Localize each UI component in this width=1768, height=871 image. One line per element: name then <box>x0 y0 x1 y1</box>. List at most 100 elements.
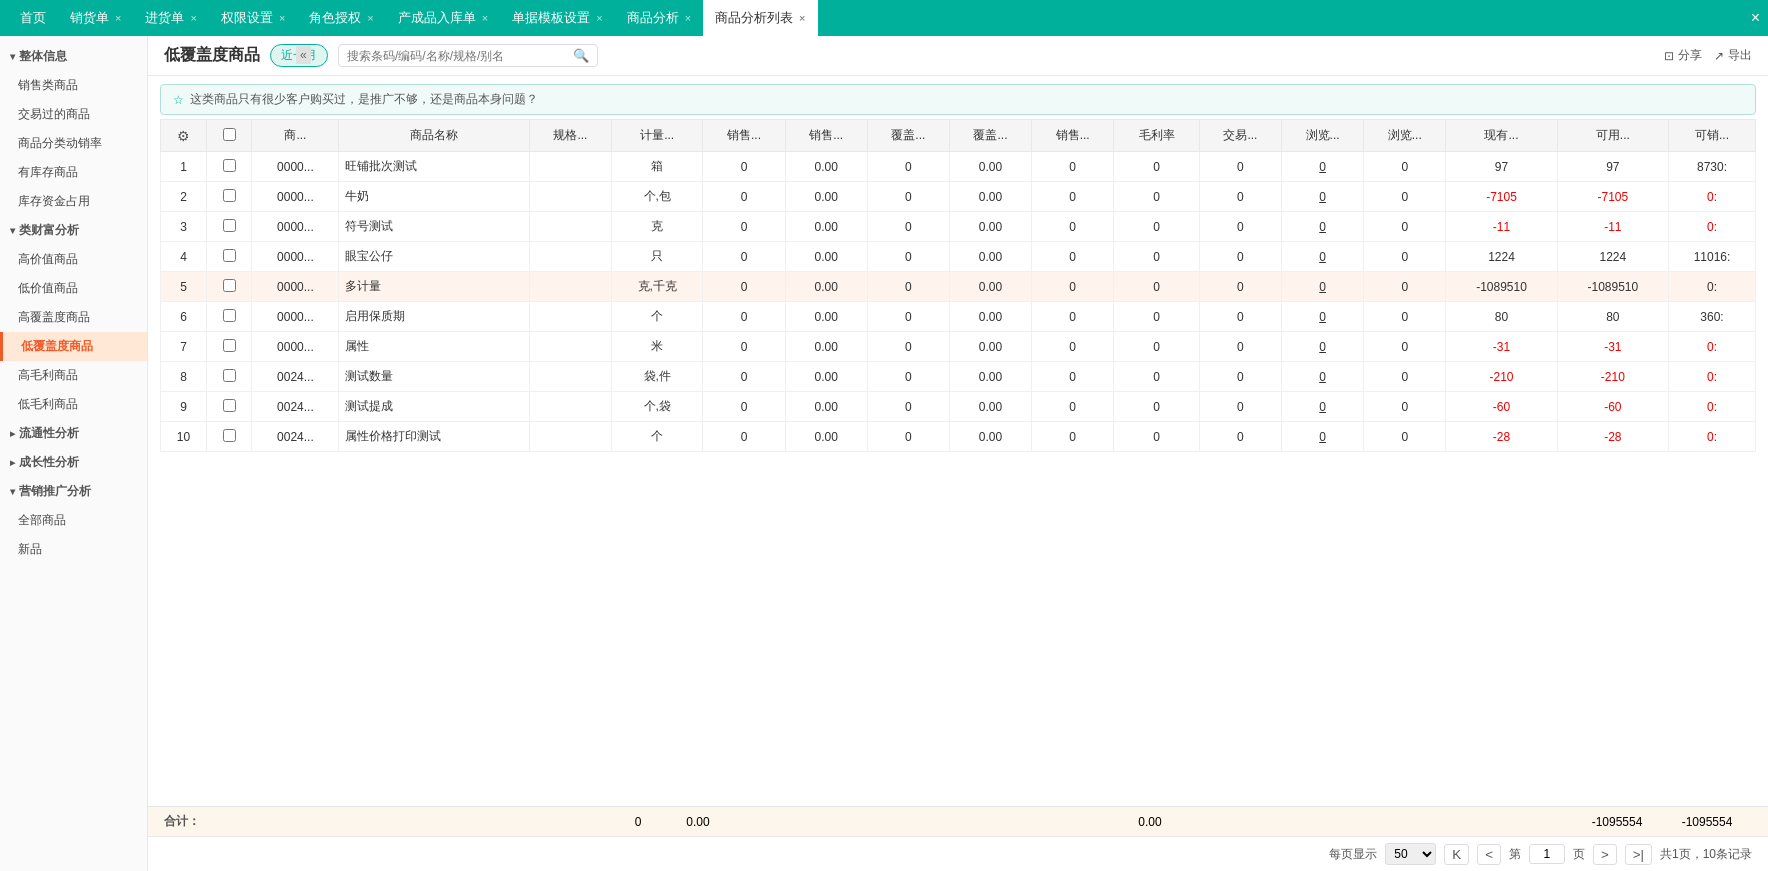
row-select-checkbox[interactable] <box>223 249 236 262</box>
row-browse1[interactable]: 0 <box>1282 212 1364 242</box>
row-name[interactable]: 符号测试 <box>339 212 529 242</box>
row-name[interactable]: 测试提成 <box>339 392 529 422</box>
row-browse1[interactable]: 0 <box>1282 332 1364 362</box>
sidebar-item-all-goods[interactable]: 全部商品 <box>0 506 147 535</box>
row-name[interactable]: 启用保质期 <box>339 302 529 332</box>
row-select-checkbox[interactable] <box>223 339 236 352</box>
row-select-checkbox[interactable] <box>223 279 236 292</box>
th-sales-amt[interactable]: 销售... <box>785 120 867 152</box>
sidebar-group-marketing[interactable]: ▾ 营销推广分析 <box>0 477 147 506</box>
sidebar-item-high-value[interactable]: 高价值商品 <box>0 245 147 274</box>
row-browse1[interactable]: 0 <box>1282 152 1364 182</box>
nav-tab-template[interactable]: 单据模板设置 × <box>500 0 614 36</box>
th-name[interactable]: 商品名称 <box>339 120 529 152</box>
row-select-checkbox[interactable] <box>223 429 236 442</box>
row-select-checkbox[interactable] <box>223 189 236 202</box>
first-page-button[interactable]: K <box>1444 844 1469 865</box>
row-checkbox[interactable] <box>207 362 252 392</box>
row-select-checkbox[interactable] <box>223 309 236 322</box>
row-name[interactable]: 多计量 <box>339 272 529 302</box>
sidebar-item-traded-goods[interactable]: 交易过的商品 <box>0 100 147 129</box>
row-name[interactable]: 旺铺批次测试 <box>339 152 529 182</box>
share-button[interactable]: ⊡ 分享 <box>1664 47 1702 64</box>
nav-tab-analysis[interactable]: 商品分析 × <box>615 0 703 36</box>
sidebar-item-low-margin[interactable]: 低毛利商品 <box>0 390 147 419</box>
table-container[interactable]: ⚙ 商... 商品名称 规格... <box>148 119 1768 806</box>
close-permissions-tab[interactable]: × <box>279 12 285 24</box>
close-role-tab[interactable]: × <box>367 12 373 24</box>
th-sales3[interactable]: 销售... <box>1032 120 1114 152</box>
close-all-tabs[interactable]: × <box>1751 9 1760 27</box>
row-checkbox[interactable] <box>207 182 252 212</box>
row-checkbox[interactable] <box>207 212 252 242</box>
th-current-stock[interactable]: 现有... <box>1446 120 1557 152</box>
close-template-tab[interactable]: × <box>596 12 602 24</box>
row-name[interactable]: 眼宝公仔 <box>339 242 529 272</box>
th-available[interactable]: 可用... <box>1557 120 1668 152</box>
prev-page-button[interactable]: < <box>1477 844 1501 865</box>
row-browse1[interactable]: 0 <box>1282 242 1364 272</box>
sidebar-item-high-margin[interactable]: 高毛利商品 <box>0 361 147 390</box>
row-select-checkbox[interactable] <box>223 159 236 172</box>
checkbox-column-header[interactable] <box>207 120 252 152</box>
nav-tab-permissions[interactable]: 权限设置 × <box>209 0 297 36</box>
sidebar-item-low-value[interactable]: 低价值商品 <box>0 274 147 303</box>
nav-tab-role[interactable]: 角色授权 × <box>297 0 385 36</box>
sidebar-item-in-stock[interactable]: 有库存商品 <box>0 158 147 187</box>
sidebar-group-wealth[interactable]: ▾ 类财富分析 <box>0 216 147 245</box>
row-select-checkbox[interactable] <box>223 219 236 232</box>
th-code[interactable]: 商... <box>252 120 339 152</box>
th-browse2[interactable]: 浏览... <box>1364 120 1446 152</box>
export-button[interactable]: ↗ 导出 <box>1714 47 1752 64</box>
row-browse1[interactable]: 0 <box>1282 362 1364 392</box>
row-browse1[interactable]: 0 <box>1282 302 1364 332</box>
sidebar-collapse-button[interactable]: « <box>296 46 311 64</box>
page-size-select[interactable]: 50 10 20 100 <box>1385 843 1436 865</box>
sidebar-item-sales-goods[interactable]: 销售类商品 <box>0 71 147 100</box>
row-checkbox[interactable] <box>207 152 252 182</box>
row-browse1[interactable]: 0 <box>1282 392 1364 422</box>
row-browse1[interactable]: 0 <box>1282 182 1364 212</box>
sidebar-item-high-coverage[interactable]: 高覆盖度商品 <box>0 303 147 332</box>
th-unit[interactable]: 计量... <box>611 120 702 152</box>
nav-tab-sales[interactable]: 销货单 × <box>58 0 133 36</box>
page-number-input[interactable] <box>1529 844 1565 864</box>
nav-tab-home[interactable]: 首页 <box>8 0 58 36</box>
row-name[interactable]: 测试数量 <box>339 362 529 392</box>
nav-tab-purchase[interactable]: 进货单 × <box>133 0 208 36</box>
nav-tab-analysis-list[interactable]: 商品分析列表 × <box>703 0 817 36</box>
row-name[interactable]: 属性价格打印测试 <box>339 422 529 452</box>
sidebar-group-growth[interactable]: ▸ 成长性分析 <box>0 448 147 477</box>
th-coverage2[interactable]: 覆盖... <box>949 120 1031 152</box>
close-purchase-tab[interactable]: × <box>190 12 196 24</box>
search-input[interactable] <box>347 49 573 63</box>
th-sellable[interactable]: 可销... <box>1669 120 1756 152</box>
row-checkbox[interactable] <box>207 422 252 452</box>
sidebar-item-stock-capital[interactable]: 库存资金占用 <box>0 187 147 216</box>
row-browse1[interactable]: 0 <box>1282 272 1364 302</box>
row-browse1[interactable]: 0 <box>1282 422 1364 452</box>
th-transaction[interactable]: 交易... <box>1199 120 1281 152</box>
th-spec[interactable]: 规格... <box>529 120 611 152</box>
nav-tab-product-storage[interactable]: 产成品入库单 × <box>386 0 500 36</box>
row-checkbox[interactable] <box>207 242 252 272</box>
th-coverage1[interactable]: 覆盖... <box>867 120 949 152</box>
row-checkbox[interactable] <box>207 392 252 422</box>
sidebar-item-category-rate[interactable]: 商品分类动销率 <box>0 129 147 158</box>
close-analysis-tab[interactable]: × <box>685 12 691 24</box>
last-page-button[interactable]: >| <box>1625 844 1652 865</box>
close-sales-tab[interactable]: × <box>115 12 121 24</box>
th-browse1[interactable]: 浏览... <box>1282 120 1364 152</box>
sidebar-group-overall[interactable]: ▾ 整体信息 <box>0 42 147 71</box>
row-name[interactable]: 属性 <box>339 332 529 362</box>
sidebar-item-new-goods[interactable]: 新品 <box>0 535 147 564</box>
row-select-checkbox[interactable] <box>223 369 236 382</box>
sidebar-item-low-coverage[interactable]: 低覆盖度商品 <box>0 332 147 361</box>
row-name[interactable]: 牛奶 <box>339 182 529 212</box>
select-all-checkbox[interactable] <box>223 128 236 141</box>
row-checkbox[interactable] <box>207 332 252 362</box>
next-page-button[interactable]: > <box>1593 844 1617 865</box>
th-sales-qty[interactable]: 销售... <box>703 120 785 152</box>
row-checkbox[interactable] <box>207 272 252 302</box>
settings-icon[interactable]: ⚙ <box>177 128 190 144</box>
